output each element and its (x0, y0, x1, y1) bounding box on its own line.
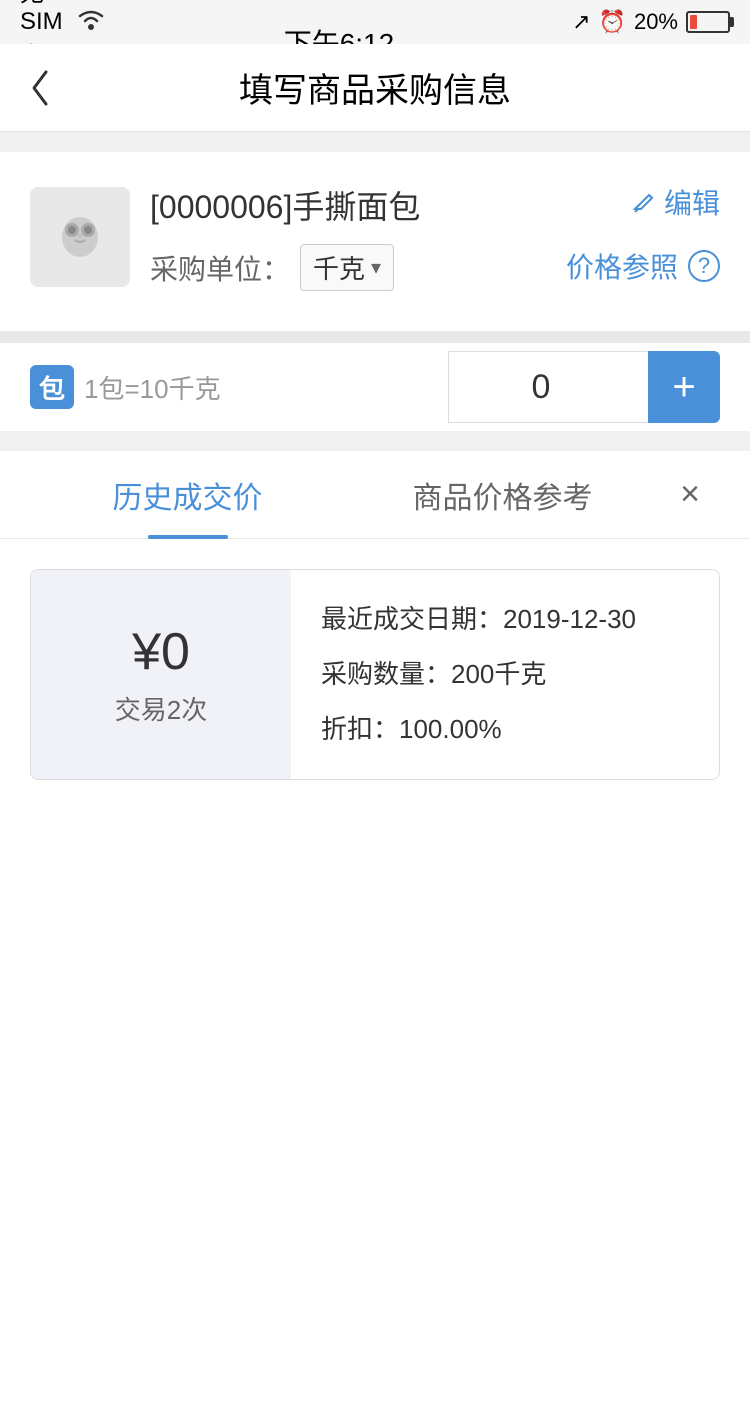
purchase-quantity-row: 采购数量：200千克 (321, 655, 689, 694)
transaction-price-value: ¥0 (132, 622, 190, 682)
recent-date-value: 2019-12-30 (503, 604, 636, 634)
product-name: [0000006]手撕面包 (150, 182, 420, 228)
close-icon: × (680, 475, 700, 514)
transaction-count: 交易2次 (115, 690, 207, 727)
product-left: [0000006]手撕面包 采购单位： 千克 ▾ (30, 182, 420, 291)
recent-date-row: 最近成交日期：2019-12-30 (321, 600, 689, 639)
product-info: [0000006]手撕面包 采购单位： 千克 ▾ (150, 182, 420, 291)
product-unit-row: 采购单位： 千克 ▾ (150, 244, 420, 291)
quantity-row: 包 1包=10千克 + (0, 343, 750, 431)
nav-bar: 填写商品采购信息 (0, 44, 750, 132)
location-icon: ↗ (572, 9, 590, 35)
transaction-card: ¥0 交易2次 最近成交日期：2019-12-30 采购数量：200千克 折扣：… (30, 569, 720, 780)
info-icon[interactable]: ? (688, 250, 720, 282)
edit-label: 编辑 (664, 182, 720, 222)
unit-value: 千克 (313, 249, 365, 286)
price-ref-row[interactable]: 价格参照 ? (566, 246, 720, 286)
tab-price-reference[interactable]: 商品价格参考 (345, 451, 660, 539)
product-header: [0000006]手撕面包 采购单位： 千克 ▾ 编辑 (30, 182, 720, 291)
quantity-input[interactable] (448, 351, 648, 423)
discount-value: 100.00% (399, 714, 502, 744)
tab-active-indicator (148, 535, 228, 539)
battery-percent: 20% (634, 9, 678, 35)
wifi-icon (76, 8, 106, 37)
section-divider (0, 331, 750, 343)
tab-history-label: 历史成交价 (113, 473, 263, 517)
discount-label: 折扣： (321, 714, 399, 744)
unit-badge: 包 (30, 365, 74, 409)
product-card: [0000006]手撕面包 采购单位： 千克 ▾ 编辑 (0, 152, 750, 331)
bottom-area (0, 810, 750, 1410)
alarm-icon: ⏰ (599, 9, 626, 35)
quantity-input-group: + (448, 351, 720, 423)
unit-select-dropdown[interactable]: 千克 ▾ (300, 244, 394, 291)
tabs-section: 历史成交价 商品价格参考 × ¥0 交易2次 最近成交日期：2019-12-30… (0, 451, 750, 1410)
status-bar: 无SIM卡 下午6:12 ↗ ⏰ 20% (0, 0, 750, 44)
recent-date-label: 最近成交日期： (321, 604, 503, 634)
tab-close-button[interactable]: × (660, 465, 720, 525)
price-ref-label: 价格参照 (566, 246, 678, 286)
product-thumbnail-icon (50, 202, 110, 272)
transaction-details-panel: 最近成交日期：2019-12-30 采购数量：200千克 折扣：100.00% (291, 570, 719, 779)
quantity-hint: 1包=10千克 (84, 369, 221, 406)
quantity-label-group: 包 1包=10千克 (30, 365, 221, 409)
tabs-header: 历史成交价 商品价格参考 × (0, 451, 750, 539)
back-button[interactable] (0, 44, 80, 132)
product-image (30, 187, 130, 287)
transaction-price-panel: ¥0 交易2次 (31, 570, 291, 779)
edit-button[interactable]: 编辑 (632, 182, 720, 222)
battery-icon (686, 11, 730, 33)
page-title: 填写商品采购信息 (239, 63, 511, 112)
unit-label: 采购单位： (150, 248, 290, 288)
tab-reference-label: 商品价格参考 (413, 473, 593, 517)
quantity-plus-button[interactable]: + (648, 351, 720, 423)
status-right: ↗ ⏰ 20% (572, 9, 730, 35)
purchase-quantity-label: 采购数量： (321, 659, 451, 689)
purchase-quantity-value: 200千克 (451, 659, 546, 689)
tab-history-price[interactable]: 历史成交价 (30, 451, 345, 539)
discount-row: 折扣：100.00% (321, 710, 689, 749)
chevron-down-icon: ▾ (371, 255, 381, 280)
